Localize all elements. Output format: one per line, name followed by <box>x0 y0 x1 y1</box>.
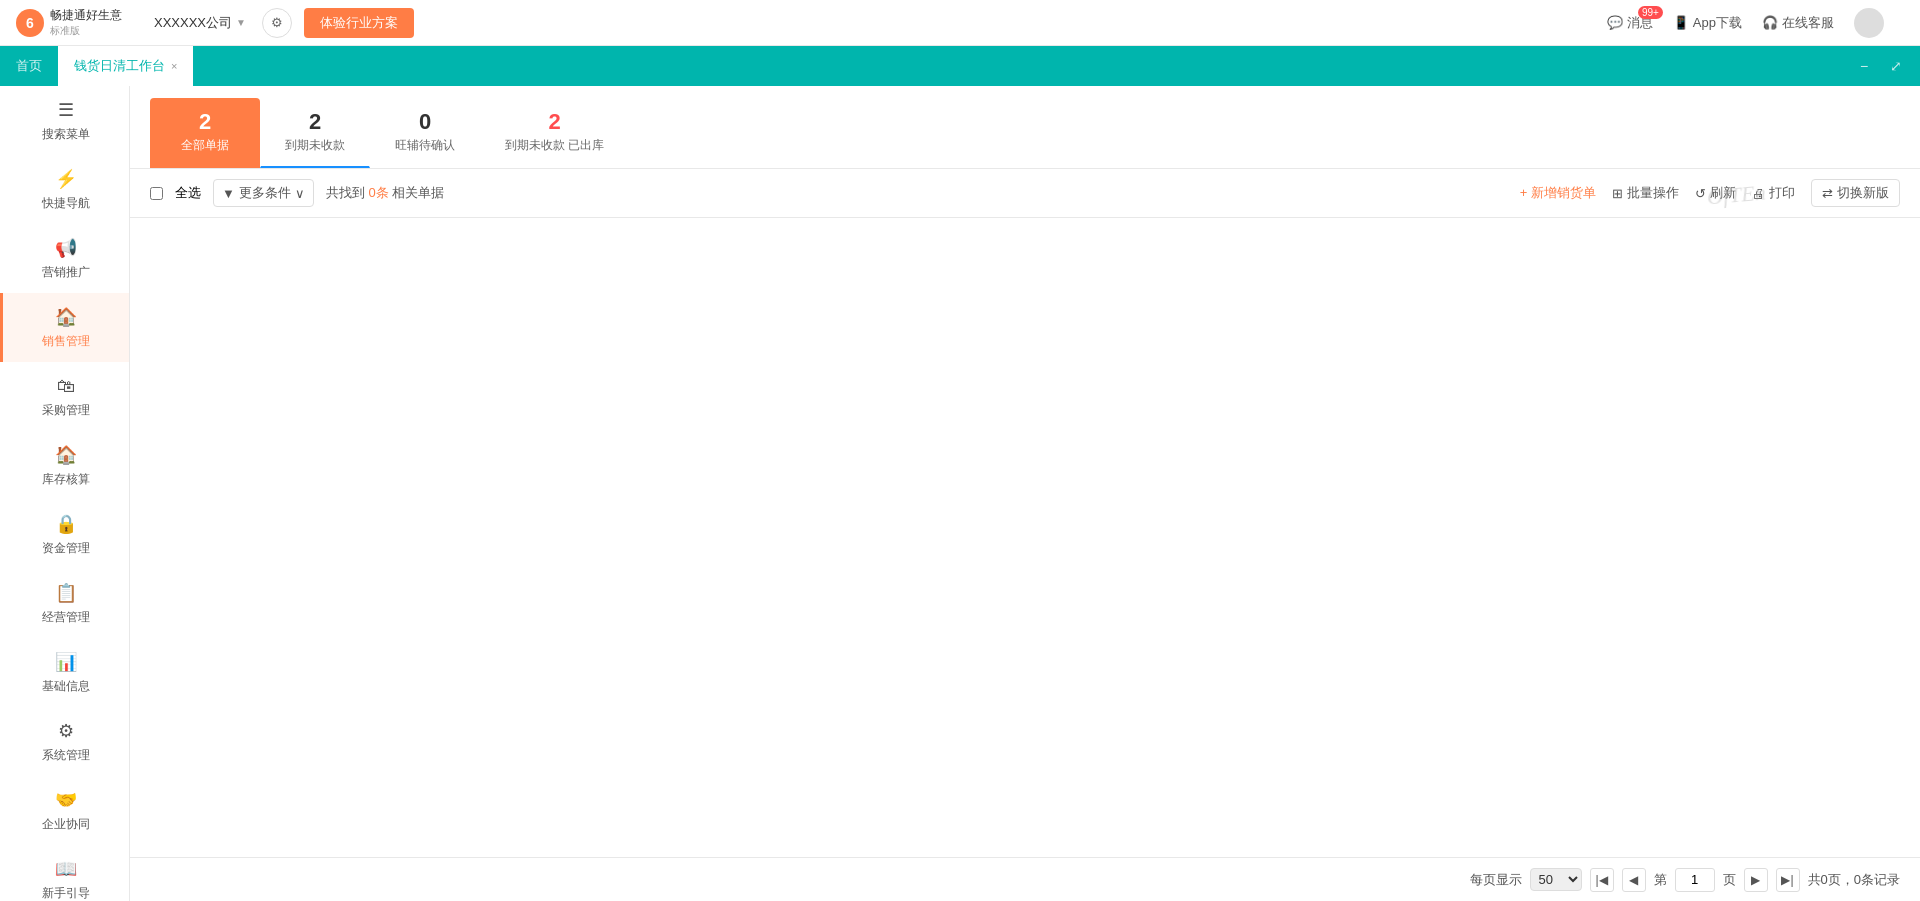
layout: ☰ 搜索菜单 ⚡ 快捷导航 📢 营销推广 🏠 销售管理 🛍 采购管理 🏠 库存核… <box>0 86 1920 901</box>
inventory-icon: 🏠 <box>54 443 78 467</box>
stat-tab-pending[interactable]: 0 旺辅待确认 <box>370 98 480 168</box>
refresh-icon: ↺ <box>1695 186 1706 201</box>
dropdown-arrow-icon: ▼ <box>236 17 246 28</box>
batch-button[interactable]: ⊞ 批量操作 <box>1612 184 1679 202</box>
trial-button[interactable]: 体验行业方案 <box>304 8 414 38</box>
stat-count-pending: 0 <box>395 109 455 135</box>
page-input[interactable] <box>1675 868 1715 892</box>
guide-icon: 📖 <box>54 857 78 881</box>
settings-button[interactable]: ⚙ <box>262 8 292 38</box>
sidebar-item-cooperation[interactable]: 🤝 企业协同 <box>0 776 129 845</box>
logo-text: 畅捷通好生意 标准版 <box>50 8 122 37</box>
sidebar-item-guide[interactable]: 📖 新手引导 <box>0 845 129 901</box>
header-right: 💬 消息 99+ 📱 App下载 🎧 在线客服 <box>1607 8 1904 38</box>
page-label: 第 <box>1654 871 1667 889</box>
stat-label-shipped: 到期未收款 已出库 <box>505 137 604 154</box>
message-icon: 💬 <box>1607 15 1623 30</box>
pagination-summary: 共0页，0条记录 <box>1808 871 1900 889</box>
message-button[interactable]: 💬 消息 99+ <box>1607 14 1653 32</box>
print-icon: 🖨 <box>1752 186 1765 201</box>
stat-count-overdue: 2 <box>285 109 345 135</box>
system-icon: ⚙ <box>54 719 78 743</box>
prev-page-button[interactable]: ◀ <box>1622 868 1646 892</box>
per-page-label: 每页显示 <box>1470 871 1522 889</box>
page-unit: 页 <box>1723 871 1736 889</box>
purchase-icon: 🛍 <box>54 374 78 398</box>
add-order-button[interactable]: + 新增销货单 <box>1520 184 1596 202</box>
sidebar-item-search-menu[interactable]: ☰ 搜索菜单 <box>0 86 129 155</box>
filter-button[interactable]: ▼ 更多条件 ∨ <box>213 179 314 207</box>
switch-icon: ⇄ <box>1822 186 1833 201</box>
tab-right-actions: − ⤢ <box>1852 54 1920 78</box>
message-badge: 99+ <box>1638 6 1663 19</box>
online-service-button[interactable]: 🎧 在线客服 <box>1762 14 1834 32</box>
cooperation-icon: 🤝 <box>54 788 78 812</box>
top-header: 6 畅捷通好生意 标准版 XXXXXX公司 ▼ ⚙ 体验行业方案 💬 消息 99… <box>0 0 1920 46</box>
switch-version-button[interactable]: ⇄ 切换新版 <box>1811 179 1900 207</box>
stat-count-shipped: 2 <box>505 109 604 135</box>
sidebar-item-inventory[interactable]: 🏠 库存核算 <box>0 431 129 500</box>
sidebar-item-quick-nav[interactable]: ⚡ 快捷导航 <box>0 155 129 224</box>
sidebar: ☰ 搜索菜单 ⚡ 快捷导航 📢 营销推广 🏠 销售管理 🛍 采购管理 🏠 库存核… <box>0 86 130 901</box>
basic-info-icon: 📊 <box>54 650 78 674</box>
service-icon: 🎧 <box>1762 15 1778 30</box>
stat-tab-shipped[interactable]: 2 到期未收款 已出库 <box>480 98 629 168</box>
first-page-button[interactable]: |◀ <box>1590 868 1614 892</box>
quick-nav-icon: ⚡ <box>54 167 78 191</box>
sidebar-item-system[interactable]: ⚙ 系统管理 <box>0 707 129 776</box>
tab-home[interactable]: 首页 <box>0 46 58 86</box>
marketing-icon: 📢 <box>54 236 78 260</box>
sales-icon: 🏠 <box>54 305 78 329</box>
minimize-icon[interactable]: − <box>1852 54 1876 78</box>
sidebar-item-purchase[interactable]: 🛍 采购管理 <box>0 362 129 431</box>
avatar[interactable] <box>1854 8 1884 38</box>
tab-workbench[interactable]: 钱货日清工作台 × <box>58 46 193 86</box>
stat-label-all: 全部单据 <box>175 137 235 154</box>
select-all-checkbox[interactable] <box>150 187 163 200</box>
logo-icon: 6 <box>16 9 44 37</box>
main-content: 2 全部单据 2 到期未收款 0 旺辅待确认 2 到期未收款 已出库 全选 ▼ … <box>130 86 1920 901</box>
pagination: 每页显示 50 20 100 |◀ ◀ 第 页 ▶ ▶| 共0页，0条记录 <box>130 857 1920 901</box>
sidebar-item-sales[interactable]: 🏠 销售管理 <box>0 293 129 362</box>
finance-icon: 🔒 <box>54 512 78 536</box>
found-count: 0条 <box>369 185 389 200</box>
per-page-select[interactable]: 50 20 100 <box>1530 868 1582 891</box>
sidebar-item-marketing[interactable]: 📢 营销推广 <box>0 224 129 293</box>
filter-dropdown-icon: ∨ <box>295 186 305 201</box>
search-menu-icon: ☰ <box>54 98 78 122</box>
sidebar-item-finance[interactable]: 🔒 资金管理 <box>0 500 129 569</box>
next-page-button[interactable]: ▶ <box>1744 868 1768 892</box>
stat-label-overdue: 到期未收款 <box>285 137 345 154</box>
table-area <box>130 218 1920 857</box>
maximize-icon[interactable]: ⤢ <box>1884 54 1908 78</box>
close-tab-icon[interactable]: × <box>171 60 177 72</box>
company-selector[interactable]: XXXXXX公司 ▼ <box>146 10 254 36</box>
found-text: 共找到 0条 相关单据 <box>326 184 444 202</box>
company-name: XXXXXX公司 <box>154 14 232 32</box>
stats-tabs: 2 全部单据 2 到期未收款 0 旺辅待确认 2 到期未收款 已出库 <box>130 86 1920 169</box>
stat-label-pending: 旺辅待确认 <box>395 137 455 154</box>
refresh-button[interactable]: ↺ 刷新 <box>1695 184 1736 202</box>
download-icon: 📱 <box>1673 15 1689 30</box>
stat-tab-all[interactable]: 2 全部单据 <box>150 98 260 168</box>
batch-icon: ⊞ <box>1612 186 1623 201</box>
select-all-label: 全选 <box>175 184 201 202</box>
stat-count-all: 2 <box>175 109 235 135</box>
toolbar-right: + 新增销货单 ⊞ 批量操作 ↺ 刷新 🖨 打印 ⇄ 切换新版 <box>1520 179 1900 207</box>
tab-bar: 首页 钱货日清工作台 × − ⤢ <box>0 46 1920 86</box>
sidebar-item-basic-info[interactable]: 📊 基础信息 <box>0 638 129 707</box>
stat-tab-overdue[interactable]: 2 到期未收款 <box>260 98 370 168</box>
app-download-button[interactable]: 📱 App下载 <box>1673 14 1742 32</box>
toolbar: 全选 ▼ 更多条件 ∨ 共找到 0条 相关单据 + 新增销货单 ⊞ 批量操作 ↺… <box>130 169 1920 218</box>
operation-icon: 📋 <box>54 581 78 605</box>
last-page-button[interactable]: ▶| <box>1776 868 1800 892</box>
sidebar-item-operation[interactable]: 📋 经营管理 <box>0 569 129 638</box>
filter-icon: ▼ <box>222 186 235 201</box>
logo-area: 6 畅捷通好生意 标准版 <box>16 8 146 37</box>
print-button[interactable]: 🖨 打印 <box>1752 184 1795 202</box>
